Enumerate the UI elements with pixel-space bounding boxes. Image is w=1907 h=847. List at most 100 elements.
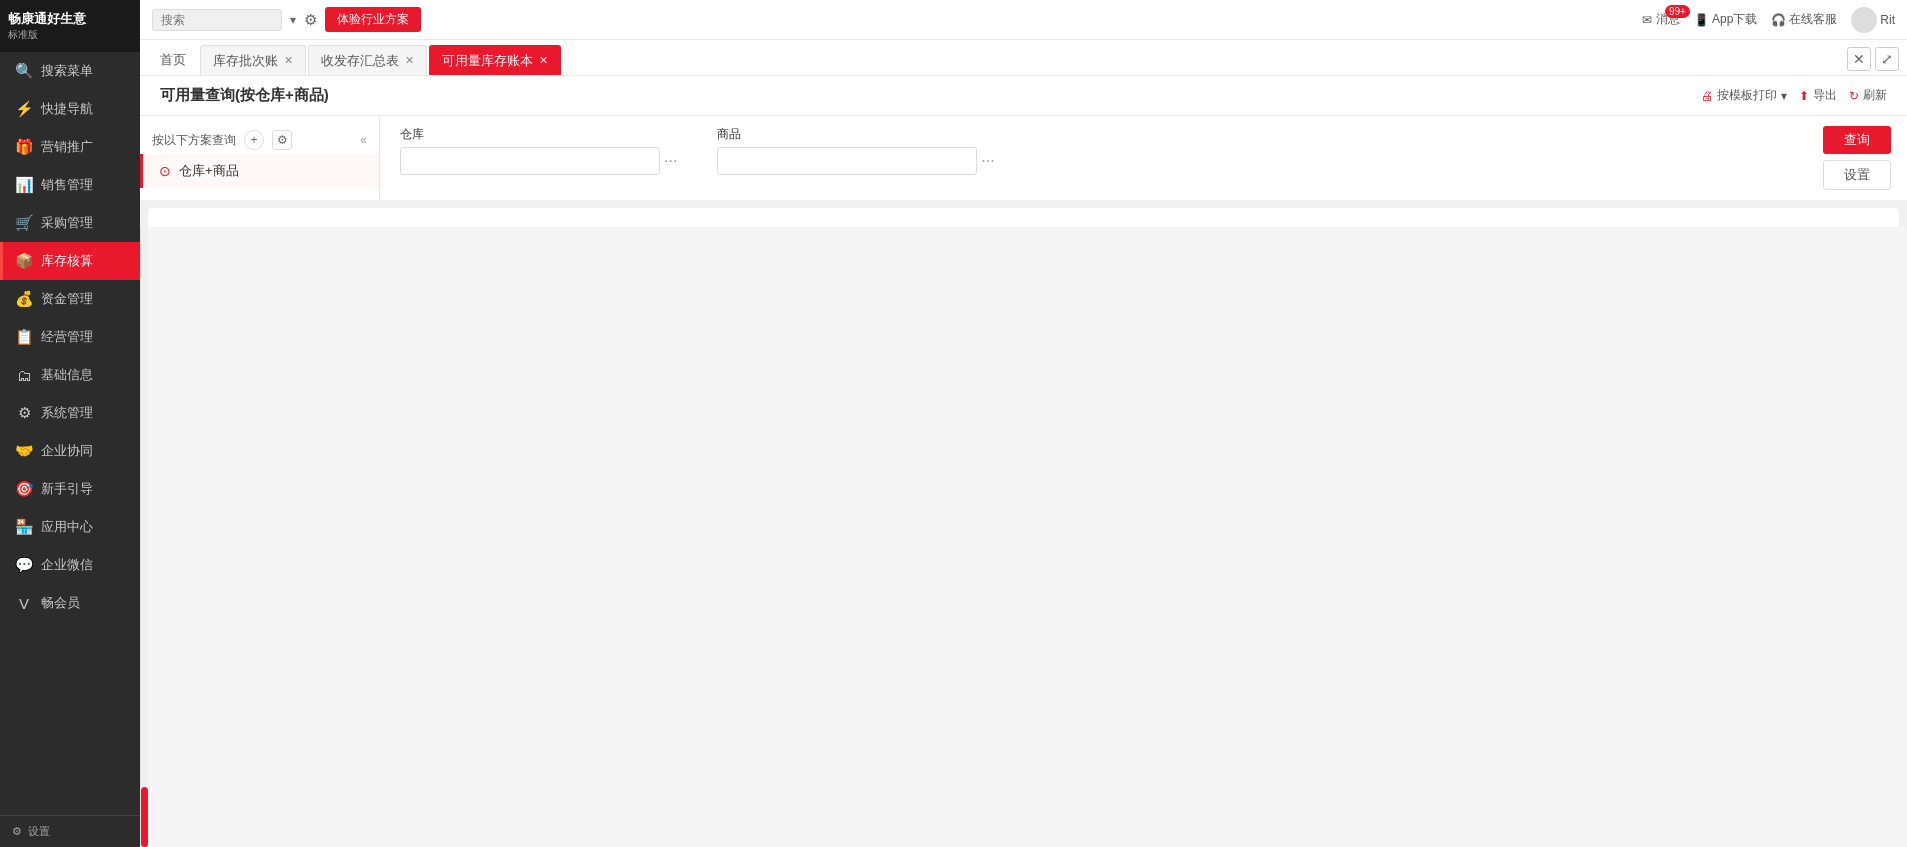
app-edition: 标准版 [8,28,38,42]
sidebar-item-system[interactable]: ⚙ 系统管理 [0,394,140,432]
online-service-link[interactable]: 🎧 在线客服 [1771,11,1837,28]
sidebar-item-label: 采购管理 [41,214,93,232]
sidebar-item-search[interactable]: 🔍 搜索菜单 [0,52,140,90]
refresh-button[interactable]: ↻ 刷新 [1849,87,1887,104]
query-button[interactable]: 查询 [1823,126,1891,154]
finance-icon: 💰 [15,290,33,308]
sidebar-item-quick-nav[interactable]: ⚡ 快捷导航 [0,90,140,128]
user-avatar-area[interactable]: Rit [1851,7,1895,33]
guide-icon: 🎯 [15,480,33,498]
close-tab-button[interactable]: ✕ [1847,47,1871,71]
page-title: 可用量查询(按仓库+商品) [160,86,329,105]
query-filters: 仓库 ··· 商品 ··· [380,116,1823,200]
export-button[interactable]: ⬆ 导出 [1799,87,1837,104]
query-scheme-sidebar: 按以下方案查询 + ⚙ « ⊙ 仓库+商品 [140,116,380,200]
sales-icon: 📊 [15,176,33,194]
gear-icon[interactable]: ⚙ [304,11,317,29]
sidebar-footer: ⚙ 设置 [0,815,140,847]
sidebar-item-label: 应用中心 [41,518,93,536]
tab-batch-account[interactable]: 库存批次账✕ [200,45,306,75]
sidebar: 畅康通好生意 标准版 🔍 搜索菜单 ⚡ 快捷导航 🎁 营销推广 📊 销售管理 🛒… [0,0,140,847]
tab-close-icon[interactable]: ✕ [539,54,548,67]
sidebar-item-appcenter[interactable]: 🏪 应用中心 [0,508,140,546]
settings-scheme-button[interactable]: ⚙ [272,130,292,150]
warehouse-more-icon[interactable]: ··· [664,152,677,170]
tabs-right-actions: ✕ ⤢ [1847,47,1899,75]
app-download-link[interactable]: 📱 App下载 [1694,11,1757,28]
sidebar-item-inventory[interactable]: 📦 库存核算 [0,242,140,280]
sidebar-item-label: 库存核算 [41,252,93,270]
warehouse-input[interactable] [400,147,660,175]
tab-storage-summary[interactable]: 收发存汇总表✕ [308,45,427,75]
sidebar-header: 畅康通好生意 标准版 [0,0,140,52]
main-area: ▾ ⚙ 体验行业方案 ✉ 消息 99+ 📱 App下载 🎧 在线客服 Rit [140,0,1907,847]
setting-button[interactable]: 设置 [1823,160,1891,190]
scheme-item-warehouse-product[interactable]: ⊙ 仓库+商品 [140,154,379,188]
add-scheme-button[interactable]: + [244,130,264,150]
sidebar-item-label: 基础信息 [41,366,93,384]
sidebar-item-label: 畅会员 [41,594,80,612]
tab-close-icon[interactable]: ✕ [405,54,414,67]
sidebar-item-marketing[interactable]: 🎁 营销推广 [0,128,140,166]
empty-illustration [864,208,964,227]
trial-button[interactable]: 体验行业方案 [325,7,421,32]
query-area: 按以下方案查询 + ⚙ « ⊙ 仓库+商品 仓库 ··· [140,116,1907,200]
sidebar-item-basic[interactable]: 🗂 基础信息 [0,356,140,394]
tabs-bar: 首页库存批次账✕收发存汇总表✕可用量库存账本✕ ✕ ⤢ [140,40,1907,76]
sidebar-item-purchase[interactable]: 🛒 采购管理 [0,204,140,242]
collapse-button[interactable]: « [360,133,367,147]
print-icon: 🖨 [1701,89,1713,103]
quick-nav-icon: ⚡ [15,100,33,118]
basic-icon: 🗂 [15,367,33,384]
tab-home[interactable]: 首页 [148,45,198,75]
operation-icon: 📋 [15,328,33,346]
page-header: 可用量查询(按仓库+商品) 🖨 按模板打印 ▾ ⬆ 导出 ↻ 刷新 [140,76,1907,116]
empty-inner: 1 请先选择要分析的方案 2 用[过滤]条件来缩小分析范围 [864,208,1183,227]
tab-available-qty[interactable]: 可用量库存账本✕ [429,45,561,75]
sidebar-item-label: 资金管理 [41,290,93,308]
sidebar-item-label: 企业微信 [41,556,93,574]
sidebar-item-label: 企业协同 [41,442,93,460]
export-icon: ⬆ [1799,89,1809,103]
sidebar-item-member[interactable]: V 畅会员 [0,584,140,622]
scheme-icon: ⊙ [159,163,171,179]
search-input[interactable] [152,9,282,31]
tab-close-icon[interactable]: ✕ [284,54,293,67]
avatar [1851,7,1877,33]
sidebar-item-label: 经营管理 [41,328,93,346]
scrollbar-thumb[interactable] [141,787,148,847]
sidebar-item-guide[interactable]: 🎯 新手引导 [0,470,140,508]
product-input[interactable] [717,147,977,175]
sidebar-item-label: 快捷导航 [41,100,93,118]
dropdown-icon[interactable]: ▾ [290,13,296,27]
empty-state: 1 请先选择要分析的方案 2 用[过滤]条件来缩小分析范围 [148,208,1899,227]
warehouse-filter: 仓库 ··· [400,126,677,175]
app-name: 畅康通好生意 [8,10,86,28]
expand-tab-button[interactable]: ⤢ [1875,47,1899,71]
product-more-icon[interactable]: ··· [981,152,994,170]
refresh-icon: ↻ [1849,89,1859,103]
query-sidebar-header: 按以下方案查询 + ⚙ « [140,126,379,154]
print-button[interactable]: 🖨 按模板打印 ▾ [1701,87,1787,104]
inventory-icon: 📦 [15,252,33,270]
sidebar-item-label: 营销推广 [41,138,93,156]
sidebar-item-enterprise[interactable]: 🤝 企业协同 [0,432,140,470]
sidebar-item-finance[interactable]: 💰 资金管理 [0,280,140,318]
sidebar-item-operation[interactable]: 📋 经营管理 [0,318,140,356]
sidebar-item-sales[interactable]: 📊 销售管理 [0,166,140,204]
sidebar-item-label: 搜索菜单 [41,62,93,80]
system-icon: ⚙ [15,404,33,422]
query-action-buttons: 查询 设置 [1823,116,1907,200]
sidebar-item-wechat[interactable]: 💬 企业微信 [0,546,140,584]
sidebar-item-label: 系统管理 [41,404,93,422]
topbar-right: ✉ 消息 99+ 📱 App下载 🎧 在线客服 Rit [1642,7,1895,33]
message-button[interactable]: ✉ 消息 99+ [1642,11,1680,28]
appcenter-icon: 🏪 [15,518,33,536]
right-scrollbar [140,227,148,847]
message-badge: 99+ [1665,5,1690,18]
product-filter: 商品 ··· [717,126,994,175]
topbar: ▾ ⚙ 体验行业方案 ✉ 消息 99+ 📱 App下载 🎧 在线客服 Rit [140,0,1907,40]
content-area: 可用量查询(按仓库+商品) 🖨 按模板打印 ▾ ⬆ 导出 ↻ 刷新 [140,76,1907,227]
marketing-icon: 🎁 [15,138,33,156]
search-icon: 🔍 [15,62,33,80]
